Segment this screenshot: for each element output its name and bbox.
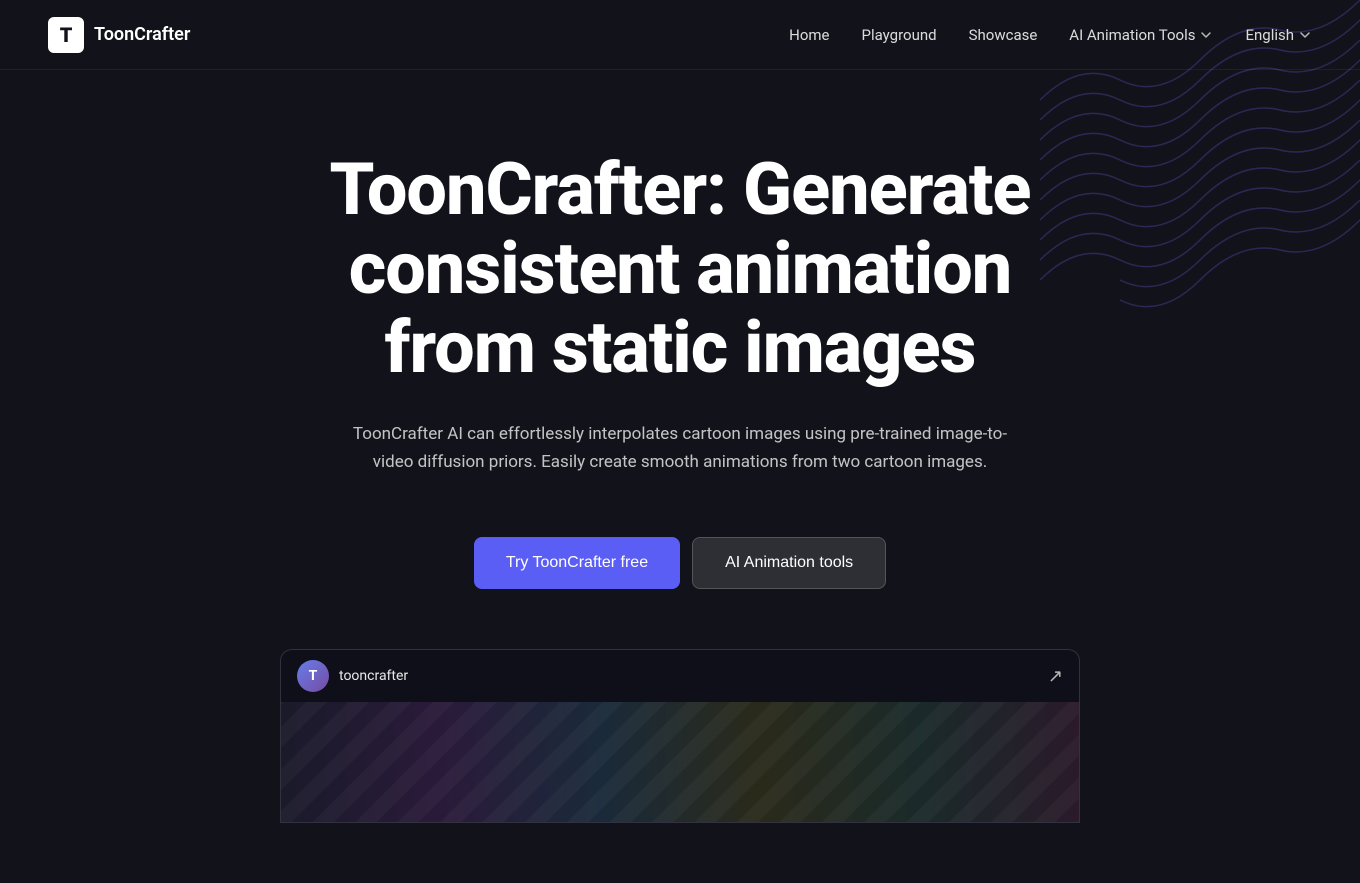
video-top-bar: T tooncrafter ↗	[281, 650, 1079, 702]
nav-ai-tools-label: AI Animation Tools	[1069, 26, 1195, 44]
logo-link[interactable]: T ToonCrafter	[48, 17, 190, 53]
video-channel-info: T tooncrafter	[297, 660, 408, 692]
share-icon[interactable]: ↗	[1048, 666, 1063, 687]
hero-title: ToonCrafter: Generate consistent animati…	[280, 150, 1080, 388]
nav-language-label: English	[1245, 26, 1294, 44]
hero-buttons: Try ToonCrafter free AI Animation tools	[474, 537, 886, 589]
video-content	[281, 702, 1079, 822]
nav-showcase[interactable]: Showcase	[969, 26, 1038, 44]
nav-playground[interactable]: Playground	[862, 26, 937, 44]
video-avatar: T	[297, 660, 329, 692]
video-stripe-decoration	[281, 702, 1079, 822]
nav-language-dropdown[interactable]: English	[1245, 26, 1312, 44]
chevron-down-icon-lang	[1298, 28, 1312, 42]
navbar: T ToonCrafter Home Playground Showcase A…	[0, 0, 1360, 70]
chevron-down-icon	[1199, 28, 1213, 42]
hero-section: ToonCrafter: Generate consistent animati…	[0, 70, 1360, 883]
ai-tools-button[interactable]: AI Animation tools	[692, 537, 886, 589]
logo-icon: T	[48, 17, 84, 53]
hero-subtitle: ToonCrafter AI can effortlessly interpol…	[350, 420, 1010, 478]
logo-text: ToonCrafter	[94, 24, 190, 45]
video-strip: T tooncrafter ↗	[280, 649, 1080, 823]
video-channel-name: tooncrafter	[339, 668, 408, 684]
try-free-button[interactable]: Try ToonCrafter free	[474, 537, 680, 589]
nav-ai-tools-dropdown[interactable]: AI Animation Tools	[1069, 26, 1213, 44]
nav-home[interactable]: Home	[789, 26, 829, 44]
nav-links: Home Playground Showcase AI Animation To…	[789, 26, 1312, 44]
